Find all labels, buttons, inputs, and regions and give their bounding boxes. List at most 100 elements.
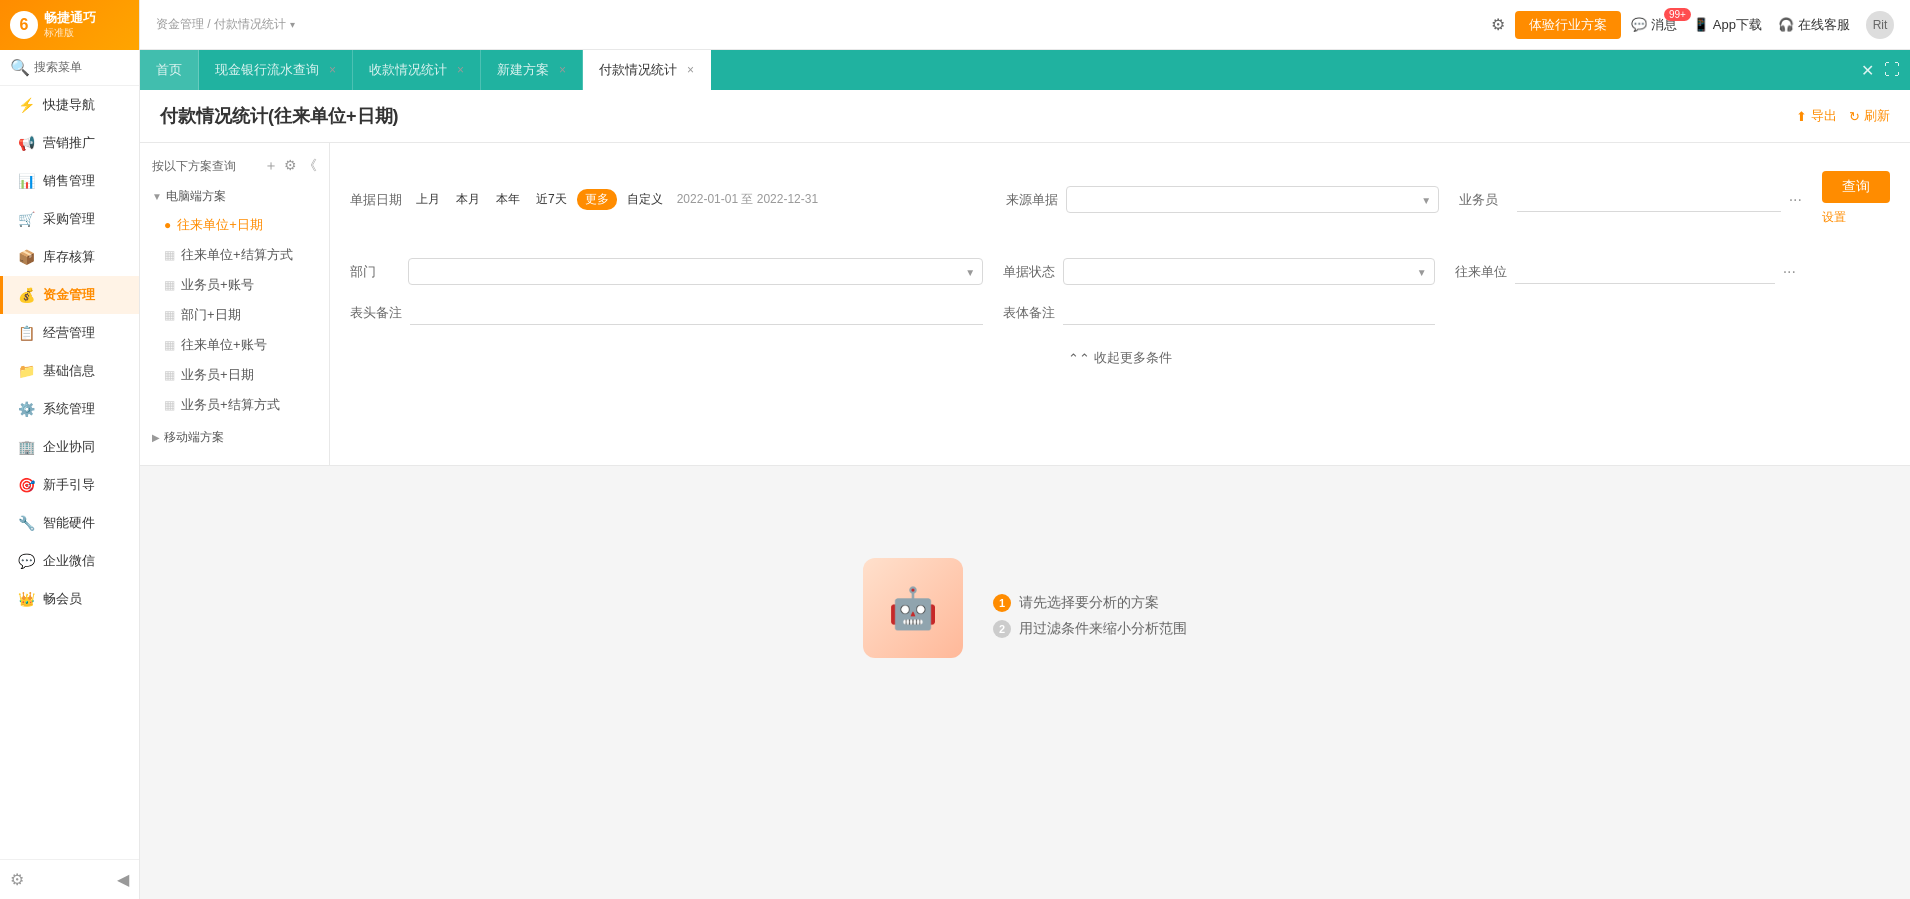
scheme-item-icon-ca: ▦ xyxy=(164,338,175,352)
app-version: 标准版 xyxy=(44,26,96,40)
scheme-item-salesperson-date[interactable]: ▦ 业务员+日期 xyxy=(140,360,329,390)
topbar-online-service[interactable]: 🎧 在线客服 xyxy=(1778,16,1850,34)
salesperson-more-btn[interactable]: ··· xyxy=(1785,191,1806,209)
sidebar-item-guide[interactable]: 🎯 新手引导 xyxy=(0,466,139,504)
avatar-text: Rit xyxy=(1873,18,1888,32)
dept-control xyxy=(408,258,983,285)
export-btn[interactable]: ⬆ 导出 xyxy=(1796,107,1837,125)
date-btn-this-month[interactable]: 本月 xyxy=(450,189,486,210)
bill-status-select-wrap xyxy=(1063,258,1435,285)
scheme-item-label: 往来单位+账号 xyxy=(181,336,267,354)
sidebar-item-system[interactable]: ⚙️ 系统管理 xyxy=(0,390,139,428)
sidebar-item-weixin[interactable]: 💬 企业微信 xyxy=(0,542,139,580)
filter-field-salesperson: 业务员 ··· xyxy=(1459,188,1806,212)
sidebar-item-label: 经营管理 xyxy=(43,324,95,342)
sidebar-settings-icon[interactable]: ⚙ xyxy=(10,870,24,889)
sidebar-item-operation[interactable]: 📋 经营管理 xyxy=(0,314,139,352)
sidebar-item-label: 快捷导航 xyxy=(43,96,95,114)
scheme-settings-btn[interactable]: ⚙ xyxy=(284,157,297,175)
page-title: 付款情况统计(往来单位+日期) xyxy=(160,104,399,142)
weixin-icon: 💬 xyxy=(17,552,35,570)
tab-collection-stats[interactable]: 收款情况统计 × xyxy=(353,50,481,90)
sidebar-item-sales[interactable]: 📊 销售管理 xyxy=(0,162,139,200)
tab-cash-bank[interactable]: 现金银行流水查询 × xyxy=(199,50,353,90)
sidebar-item-smart-hw[interactable]: 🔧 智能硬件 xyxy=(0,504,139,542)
tab-new-scheme-close[interactable]: × xyxy=(559,63,566,77)
sidebar-item-member[interactable]: 👑 畅会员 xyxy=(0,580,139,618)
scheme-item-counterpart-settlement[interactable]: ▦ 往来单位+结算方式 xyxy=(140,240,329,270)
sidebar-item-label: 系统管理 xyxy=(43,400,95,418)
scheme-collapse-btn[interactable]: 《 xyxy=(303,157,317,175)
tip-text-2: 用过滤条件来缩小分析范围 xyxy=(1019,620,1187,638)
tabbar-expand-icon[interactable]: ⛶ xyxy=(1884,61,1900,79)
scheme-item-salesperson-settlement[interactable]: ▦ 业务员+结算方式 xyxy=(140,390,329,420)
query-btn[interactable]: 查询 xyxy=(1822,171,1890,203)
scheme-panel: 按以下方案查询 ＋ ⚙ 《 ▼ 电脑端方案 ● 往来单位+日期 xyxy=(140,143,330,465)
search-icon: 🔍 xyxy=(10,58,30,77)
source-bill-select[interactable] xyxy=(1066,186,1439,213)
date-btn-last-month[interactable]: 上月 xyxy=(410,189,446,210)
body-notes-input[interactable] xyxy=(1063,301,1435,325)
cash-bank-tab-label: 现金银行流水查询 xyxy=(215,61,319,79)
date-btn-this-year[interactable]: 本年 xyxy=(490,189,526,210)
filter-row-3: 表头备注 表体备注 xyxy=(350,301,1890,325)
scheme-item-counterpart-account[interactable]: ▦ 往来单位+账号 xyxy=(140,330,329,360)
source-bill-control xyxy=(1066,186,1439,213)
capital-icon: 💰 xyxy=(17,286,35,304)
sidebar-item-purchase[interactable]: 🛒 采购管理 xyxy=(0,200,139,238)
app-title-wrap: 畅捷通巧 标准版 xyxy=(44,10,96,40)
scheme-group-desktop-header[interactable]: ▼ 电脑端方案 xyxy=(140,183,329,210)
tab-payment-stats[interactable]: 付款情况统计 × xyxy=(583,50,711,90)
counterpart-input[interactable] xyxy=(1515,260,1775,284)
bill-status-select[interactable] xyxy=(1063,258,1435,285)
topbar-right: 💬 消息 99+ 📱 App下载 🎧 在线客服 Rit xyxy=(1631,11,1894,39)
sidebar-header: 6 畅捷通巧 标准版 xyxy=(0,0,139,50)
sidebar-item-inventory[interactable]: 📦 库存核算 xyxy=(0,238,139,276)
scheme-item-counterpart-date[interactable]: ● 往来单位+日期 xyxy=(140,210,329,240)
tabbar-close-icon[interactable]: ✕ xyxy=(1861,61,1874,80)
tip-num-2: 2 xyxy=(993,620,1011,638)
sidebar-collapse-icon[interactable]: ◀ xyxy=(117,870,129,889)
tab-home[interactable]: 首页 xyxy=(140,50,199,90)
sidebar-item-enterprise[interactable]: 🏢 企业协同 xyxy=(0,428,139,466)
sidebar-item-marketing[interactable]: 📢 营销推广 xyxy=(0,124,139,162)
trial-btn[interactable]: 体验行业方案 xyxy=(1515,11,1621,39)
salesperson-input[interactable] xyxy=(1517,188,1780,212)
empty-tip-2: 2 用过滤条件来缩小分析范围 xyxy=(993,620,1187,638)
sidebar-item-capital[interactable]: 💰 资金管理 xyxy=(0,276,139,314)
sidebar-item-label: 企业微信 xyxy=(43,552,95,570)
tab-new-scheme[interactable]: 新建方案 × xyxy=(481,50,583,90)
scheme-item-dept-date[interactable]: ▦ 部门+日期 xyxy=(140,300,329,330)
marketing-icon: 📢 xyxy=(17,134,35,152)
topbar-messages[interactable]: 💬 消息 99+ xyxy=(1631,16,1677,34)
dept-select[interactable] xyxy=(408,258,983,285)
tab-cash-bank-close[interactable]: × xyxy=(329,63,336,77)
counterpart-control: ··· xyxy=(1515,260,1800,284)
scheme-add-btn[interactable]: ＋ xyxy=(264,157,278,175)
sidebar-item-label: 新手引导 xyxy=(43,476,95,494)
sidebar-item-label: 企业协同 xyxy=(43,438,95,456)
tab-collection-stats-close[interactable]: × xyxy=(457,63,464,77)
sidebar-item-label: 库存核算 xyxy=(43,248,95,266)
collapse-conditions-btn[interactable]: ⌃⌃ 收起更多条件 xyxy=(1068,349,1172,367)
app-logo-icon: 6 xyxy=(10,11,38,39)
topbar-app-download[interactable]: 📱 App下载 xyxy=(1693,16,1762,34)
scheme-item-icon-ss: ▦ xyxy=(164,398,175,412)
scheme-group-mobile-header[interactable]: ▶ 移动端方案 xyxy=(140,424,329,451)
filter-settings-link[interactable]: 设置 xyxy=(1822,207,1846,228)
refresh-btn[interactable]: ↻ 刷新 xyxy=(1849,107,1890,125)
scheme-item-salesperson-account[interactable]: ▦ 业务员+账号 xyxy=(140,270,329,300)
counterpart-more-btn[interactable]: ··· xyxy=(1779,263,1800,281)
date-btn-more[interactable]: 更多 xyxy=(577,189,617,210)
topbar-dropdown-icon[interactable]: ▾ xyxy=(290,19,295,30)
search-menu[interactable]: 🔍 搜索菜单 xyxy=(0,50,139,86)
date-btn-7days[interactable]: 近7天 xyxy=(530,189,573,210)
topbar-settings-icon[interactable]: ⚙ xyxy=(1491,15,1505,34)
header-notes-input[interactable] xyxy=(410,301,983,325)
sidebar-item-quick-nav[interactable]: ⚡ 快捷导航 xyxy=(0,86,139,124)
date-btn-custom[interactable]: 自定义 xyxy=(621,189,669,210)
user-avatar[interactable]: Rit xyxy=(1866,11,1894,39)
salesperson-control: ··· xyxy=(1517,188,1806,212)
tab-payment-stats-close[interactable]: × xyxy=(687,63,694,77)
sidebar-item-basic-info[interactable]: 📁 基础信息 xyxy=(0,352,139,390)
